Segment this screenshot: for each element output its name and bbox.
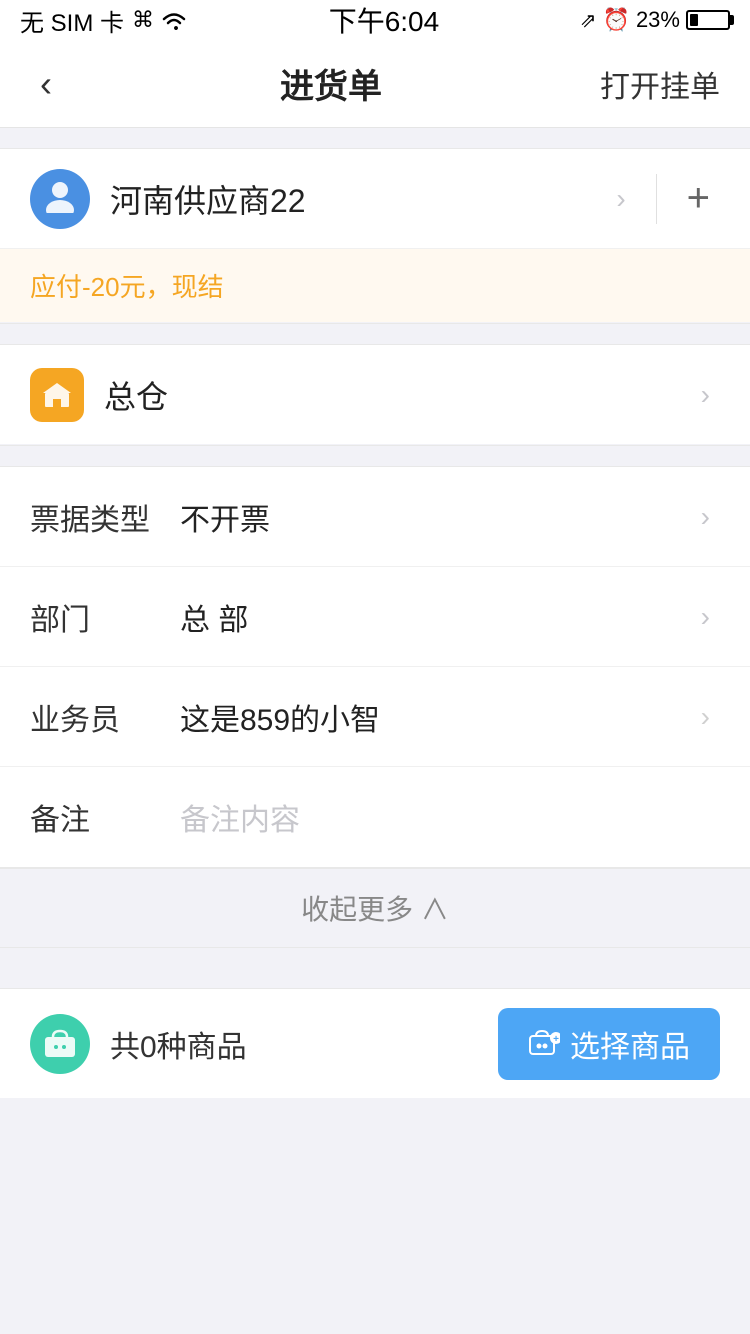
add-button[interactable]: + <box>677 176 720 221</box>
form-section: 票据类型 不开票 › 部门 总 部 › 业务员 这是859的小智 › 备注 备注… <box>0 466 750 868</box>
department-label: 部门 <box>30 595 160 639</box>
salesperson-chevron-icon: › <box>701 701 710 733</box>
product-icon <box>30 1014 90 1074</box>
status-left: 无 SIM 卡 ⌘ <box>20 3 188 38</box>
warehouse-section: 总仓 › <box>0 344 750 446</box>
nav-bar: ‹ 进货单 打开挂单 <box>0 40 750 128</box>
supplier-name: 河南供应商22 <box>110 176 616 222</box>
warehouse-name: 总仓 <box>104 372 701 418</box>
section-gap-1 <box>0 128 750 148</box>
battery-pct: 23% <box>636 7 680 33</box>
supplier-chevron-icon: › <box>616 183 625 215</box>
section-gap-4 <box>0 948 750 968</box>
avatar <box>30 169 90 229</box>
section-gap-3 <box>0 446 750 466</box>
carrier-label: 无 SIM 卡 <box>20 3 124 38</box>
back-button[interactable]: ‹ <box>30 53 62 115</box>
svg-text:+: + <box>553 1034 559 1045</box>
select-product-label: 选择商品 <box>570 1022 690 1066</box>
warehouse-icon <box>30 368 84 422</box>
collapse-label: 收起更多 ∧ <box>301 888 449 928</box>
alarm-icon: ⏰ <box>603 7 630 33</box>
wifi-icon: ⌘ <box>132 7 188 33</box>
supplier-row[interactable]: 河南供应商22 › + <box>0 149 750 249</box>
battery-icon <box>686 10 730 30</box>
status-bar: 无 SIM 卡 ⌘ 下午6:04 ⇗ ⏰ 23% <box>0 0 750 40</box>
product-bar: 共0种商品 + 选择商品 <box>0 988 750 1098</box>
invoice-type-label: 票据类型 <box>30 495 160 539</box>
department-chevron-icon: › <box>701 601 710 633</box>
warehouse-chevron-icon: › <box>701 379 710 411</box>
department-value: 总 部 <box>160 595 701 639</box>
salesperson-value: 这是859的小智 <box>160 695 701 739</box>
invoice-type-chevron-icon: › <box>701 501 710 533</box>
invoice-type-value: 不开票 <box>160 495 701 539</box>
section-gap-2 <box>0 324 750 344</box>
supplier-section: 河南供应商22 › + 应付-20元，现结 <box>0 148 750 324</box>
notice-row: 应付-20元，现结 <box>0 249 750 323</box>
status-right: ⇗ ⏰ 23% <box>580 7 730 33</box>
status-time: 下午6:04 <box>329 0 440 40</box>
salesperson-row[interactable]: 业务员 这是859的小智 › <box>0 667 750 767</box>
notice-text: 应付-20元，现结 <box>30 272 224 302</box>
product-count-label: 共0种商品 <box>110 1022 498 1066</box>
avatar-icon <box>42 177 78 221</box>
select-product-button[interactable]: + 选择商品 <box>498 1008 720 1080</box>
page-title: 进货单 <box>280 59 382 108</box>
supplier-divider <box>656 174 657 224</box>
department-row[interactable]: 部门 总 部 › <box>0 567 750 667</box>
remark-label: 备注 <box>30 795 160 839</box>
remark-row[interactable]: 备注 备注内容 <box>0 767 750 867</box>
salesperson-label: 业务员 <box>30 695 160 739</box>
location-icon: ⇗ <box>580 8 597 33</box>
collapse-bar[interactable]: 收起更多 ∧ <box>0 868 750 948</box>
remark-value[interactable]: 备注内容 <box>160 795 720 839</box>
invoice-type-row[interactable]: 票据类型 不开票 › <box>0 467 750 567</box>
warehouse-row[interactable]: 总仓 › <box>0 345 750 445</box>
page-background <box>0 1098 750 1298</box>
open-pending-button[interactable]: 打开挂单 <box>600 62 720 106</box>
